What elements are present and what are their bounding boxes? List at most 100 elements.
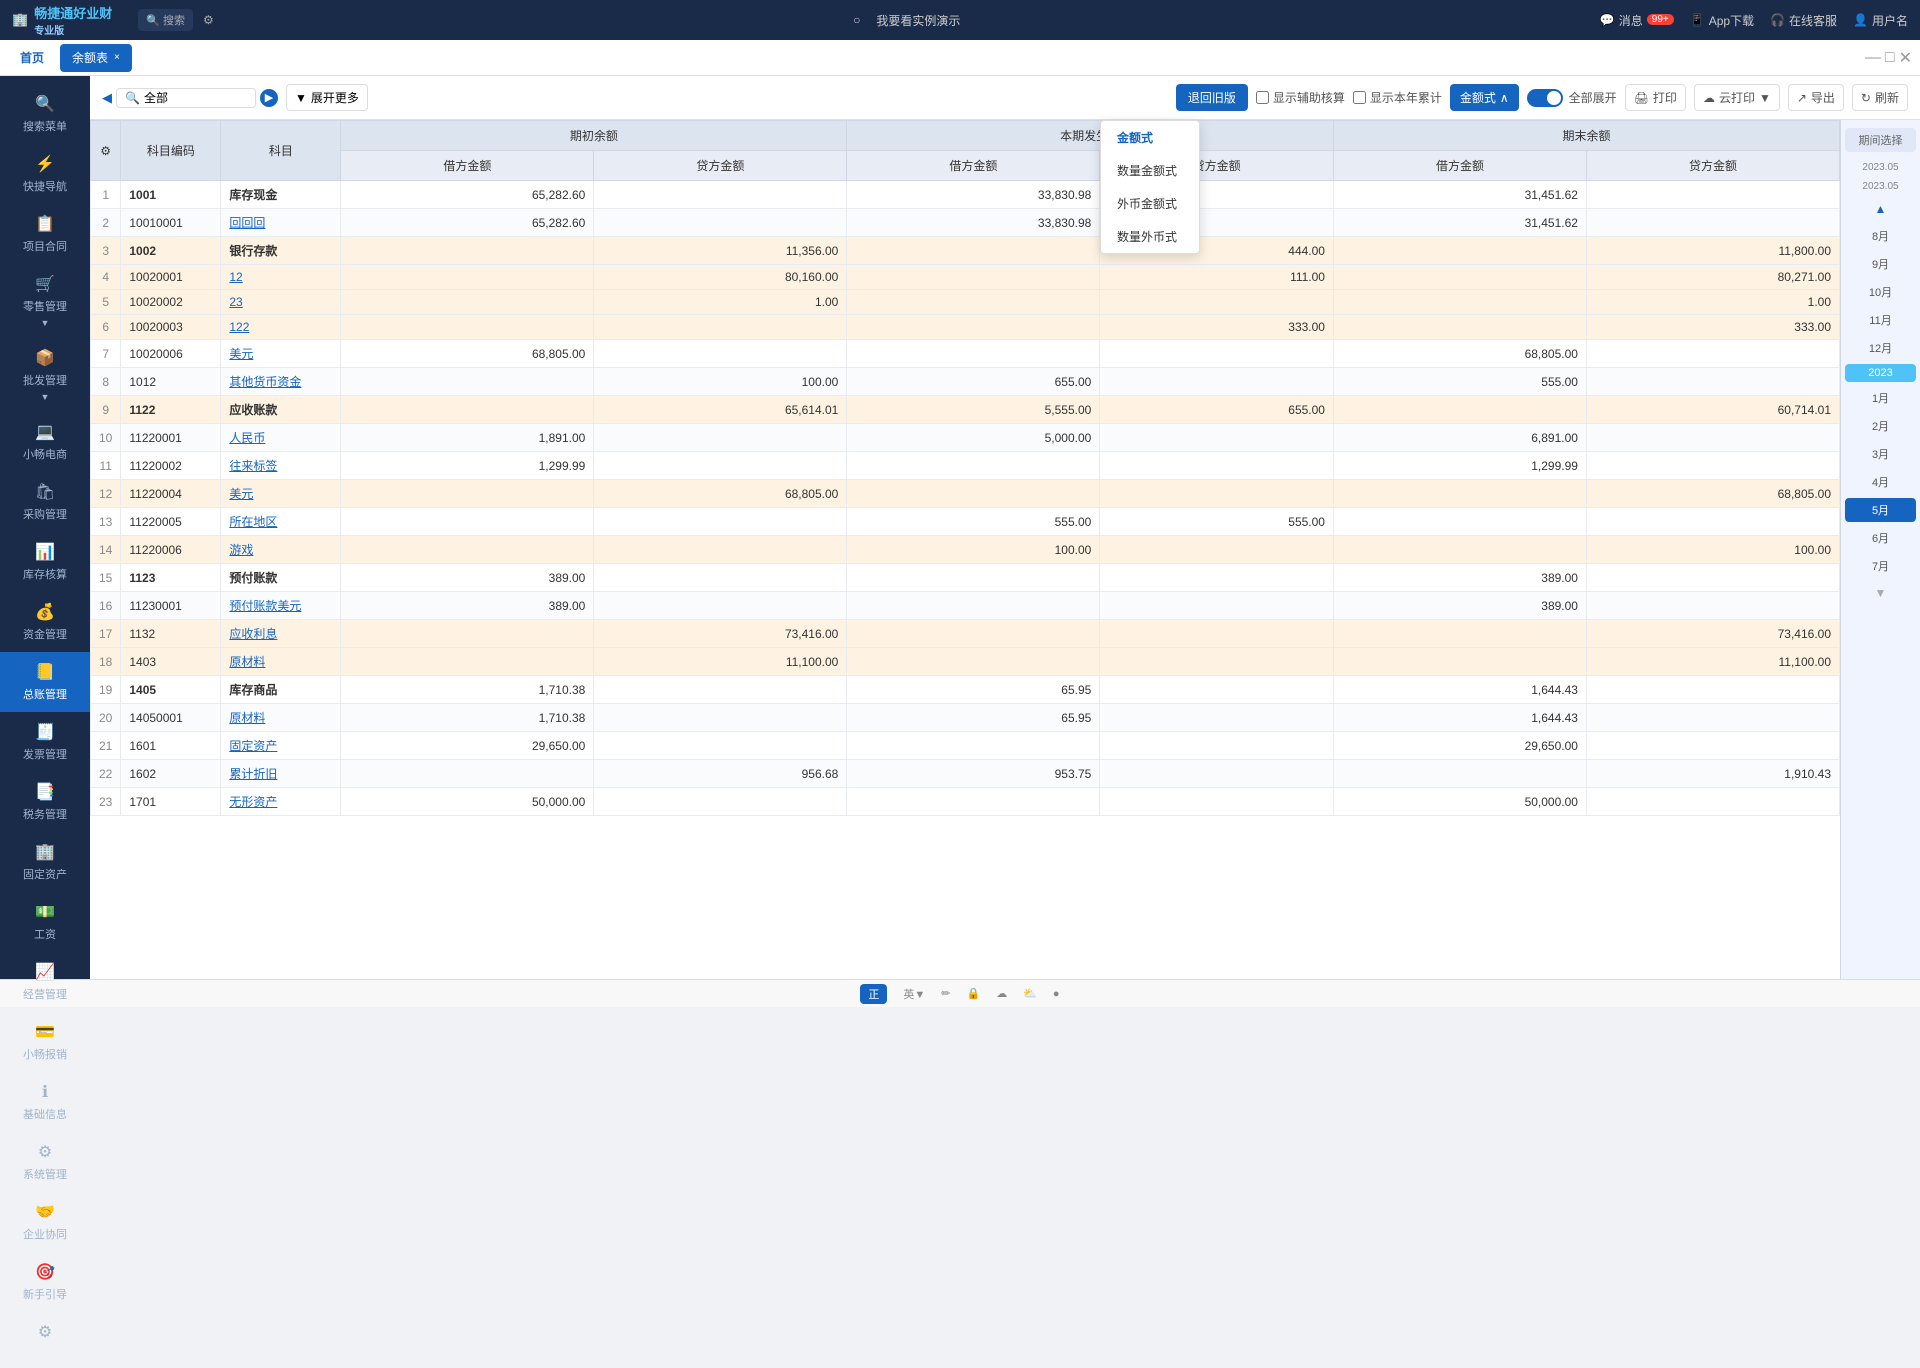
table-row-name[interactable]: 无形资产 xyxy=(221,788,341,816)
toggle-track[interactable] xyxy=(1527,89,1563,107)
sidebar-item-guide[interactable]: 🎯 新手引导 xyxy=(0,1252,90,1312)
table-row-name[interactable]: 回回回 xyxy=(221,209,341,237)
tab-maximize-icon[interactable]: □ xyxy=(1885,49,1895,67)
bottom-lock-icon[interactable]: 🔒 xyxy=(967,987,981,1000)
sidebar-item-quicknav[interactable]: ⚡ 快捷导航 xyxy=(0,144,90,204)
table-row-name[interactable]: 原材料 xyxy=(221,648,341,676)
expand-btn[interactable]: ▼ 展开更多 xyxy=(286,84,368,111)
tab-home[interactable]: 首页 xyxy=(8,44,56,72)
show-assist-checkbox[interactable]: 显示辅助核算 xyxy=(1256,89,1345,106)
month-3[interactable]: 3月 xyxy=(1845,442,1916,466)
sidebar-item-retail[interactable]: 🛒 零售管理 ▼ xyxy=(0,264,90,338)
dropdown-item-qty-amount[interactable]: 数量金额式 xyxy=(1101,154,1199,187)
month-5[interactable]: 5月 xyxy=(1845,498,1916,522)
app-download-btn[interactable]: 📱 App下载 xyxy=(1690,12,1754,29)
show-year-input[interactable] xyxy=(1353,91,1366,104)
table-row-name[interactable]: 美元 xyxy=(221,340,341,368)
dropdown-item-fx-amount[interactable]: 外币金额式 xyxy=(1101,187,1199,220)
table-row-name[interactable]: 预付账款 xyxy=(221,564,341,592)
table-row-name[interactable]: 固定资产 xyxy=(221,732,341,760)
sidebar-item-ecommerce[interactable]: 💻 小畅电商 xyxy=(0,412,90,472)
th-settings[interactable]: ⚙ xyxy=(91,121,121,181)
sidebar-item-purchase[interactable]: 🛍 采购管理 xyxy=(0,472,90,532)
bottom-cloud-icon[interactable]: ☁ xyxy=(996,987,1007,1000)
month-6[interactable]: 6月 xyxy=(1845,526,1916,550)
demo-text[interactable]: 我要看实例演示 xyxy=(876,12,960,29)
bottom-cloud2-icon[interactable]: ⛅ xyxy=(1023,987,1037,1000)
sidebar-item-finance[interactable]: 💰 资金管理 xyxy=(0,592,90,652)
month-7[interactable]: 7月 xyxy=(1845,554,1916,578)
table-row-name[interactable]: 银行存款 xyxy=(221,237,341,265)
tab-close-btn[interactable]: × xyxy=(114,52,120,63)
dropdown-item-amount[interactable]: 金额式 xyxy=(1101,121,1199,154)
table-row-name[interactable]: 应收账款 xyxy=(221,396,341,424)
table-row-name[interactable]: 应收利息 xyxy=(221,620,341,648)
sidebar-item-inventory[interactable]: 📊 库存核算 xyxy=(0,532,90,592)
sidebar-item-tax[interactable]: 📑 税务管理 xyxy=(0,772,90,832)
table-row-name[interactable]: 所在地区 xyxy=(221,508,341,536)
table-row-name[interactable]: 23 xyxy=(221,290,341,315)
online-service-btn[interactable]: 🎧 在线客服 xyxy=(1770,12,1837,29)
year-2023[interactable]: 2023 xyxy=(1845,364,1916,382)
settings-icon[interactable]: ⚙ xyxy=(203,13,214,27)
table-row-name[interactable]: 库存现金 xyxy=(221,181,341,209)
table-row-name[interactable]: 12 xyxy=(221,265,341,290)
table-row-name[interactable]: 122 xyxy=(221,315,341,340)
all-expand-toggle[interactable]: 全部展开 xyxy=(1527,89,1617,107)
month-11[interactable]: 11月 xyxy=(1845,308,1916,332)
table-row-name[interactable]: 预付账款美元 xyxy=(221,592,341,620)
show-assist-input[interactable] xyxy=(1256,91,1269,104)
mode-btn[interactable]: 金额式 ∧ xyxy=(1450,84,1519,111)
sidebar-item-assets[interactable]: 🏢 固定资产 xyxy=(0,832,90,892)
sidebar-item-settings[interactable]: ⚙ xyxy=(34,1312,56,1352)
sidebar-item-project[interactable]: 📋 项目合同 xyxy=(0,204,90,264)
table-row-name[interactable]: 美元 xyxy=(221,480,341,508)
show-year-checkbox[interactable]: 显示本年累计 xyxy=(1353,89,1442,106)
search-confirm-icon[interactable]: ▶ xyxy=(260,89,278,107)
table-row-name[interactable]: 游戏 xyxy=(221,536,341,564)
bottom-edit-icon[interactable]: ✏ xyxy=(941,987,950,1000)
export-btn[interactable]: ↗ 导出 xyxy=(1788,84,1844,111)
back-btn[interactable]: 退回旧版 xyxy=(1176,84,1248,111)
bottom-btn-zh[interactable]: 正 xyxy=(860,984,887,1004)
table-row-name[interactable]: 人民币 xyxy=(221,424,341,452)
table-row-name[interactable]: 累计折旧 xyxy=(221,760,341,788)
cloud-print-btn[interactable]: ☁ 云打印 ▼ xyxy=(1694,84,1780,111)
table-row-name[interactable]: 往来标签 xyxy=(221,452,341,480)
month-9[interactable]: 9月 xyxy=(1845,252,1916,276)
scroll-up-icon[interactable]: ▲ xyxy=(1875,202,1887,216)
month-2[interactable]: 2月 xyxy=(1845,414,1916,438)
tab-windowclose-icon[interactable]: ✕ xyxy=(1899,48,1912,68)
message-btn[interactable]: 💬 消息 99+ xyxy=(1600,12,1674,29)
scroll-down-icon[interactable]: ▼ xyxy=(1875,586,1887,600)
nav-back-icon[interactable]: ◀ xyxy=(102,90,112,106)
month-12[interactable]: 12月 xyxy=(1845,336,1916,360)
sidebar-item-search[interactable]: 🔍 搜索菜单 xyxy=(0,84,90,144)
table-row-name[interactable]: 原材料 xyxy=(221,704,341,732)
user-avatar[interactable]: 👤 用户名 xyxy=(1853,12,1908,29)
sidebar-item-system[interactable]: ⚙ 系统管理 xyxy=(0,1132,90,1192)
tab-minimize-icon[interactable]: — xyxy=(1865,49,1881,67)
search-input[interactable] xyxy=(144,91,244,105)
sidebar-item-ledger[interactable]: 📒 总账管理 xyxy=(0,652,90,712)
bottom-lang-en[interactable]: 英▼ xyxy=(903,986,925,1002)
sidebar-item-expense[interactable]: 💳 小畅报销 xyxy=(0,1012,90,1072)
sidebar-item-basic[interactable]: ℹ 基础信息 xyxy=(0,1072,90,1132)
sidebar-item-wholesale[interactable]: 📦 批发管理 ▼ xyxy=(0,338,90,412)
month-4[interactable]: 4月 xyxy=(1845,470,1916,494)
table-row-name[interactable]: 其他货币资金 xyxy=(221,368,341,396)
search-box[interactable]: 🔍 xyxy=(116,88,256,108)
tab-balance[interactable]: 余额表 × xyxy=(60,44,132,72)
print-btn[interactable]: 🖨 打印 xyxy=(1625,84,1686,111)
sidebar-item-salary[interactable]: 💵 工资 xyxy=(0,892,90,952)
sidebar-item-invoice[interactable]: 🧾 发票管理 xyxy=(0,712,90,772)
search-bar-placeholder[interactable]: 🔍 搜索 xyxy=(146,12,185,28)
dropdown-item-qty-fx[interactable]: 数量外币式 xyxy=(1101,220,1199,253)
sidebar-item-operations[interactable]: 📈 经营管理 xyxy=(0,952,90,1012)
month-1[interactable]: 1月 xyxy=(1845,386,1916,410)
table-row-name[interactable]: 库存商品 xyxy=(221,676,341,704)
month-10[interactable]: 10月 xyxy=(1845,280,1916,304)
refresh-btn[interactable]: ↻ 刷新 xyxy=(1852,84,1908,111)
month-8[interactable]: 8月 xyxy=(1845,224,1916,248)
sidebar-item-collab[interactable]: 🤝 企业协同 xyxy=(0,1192,90,1252)
